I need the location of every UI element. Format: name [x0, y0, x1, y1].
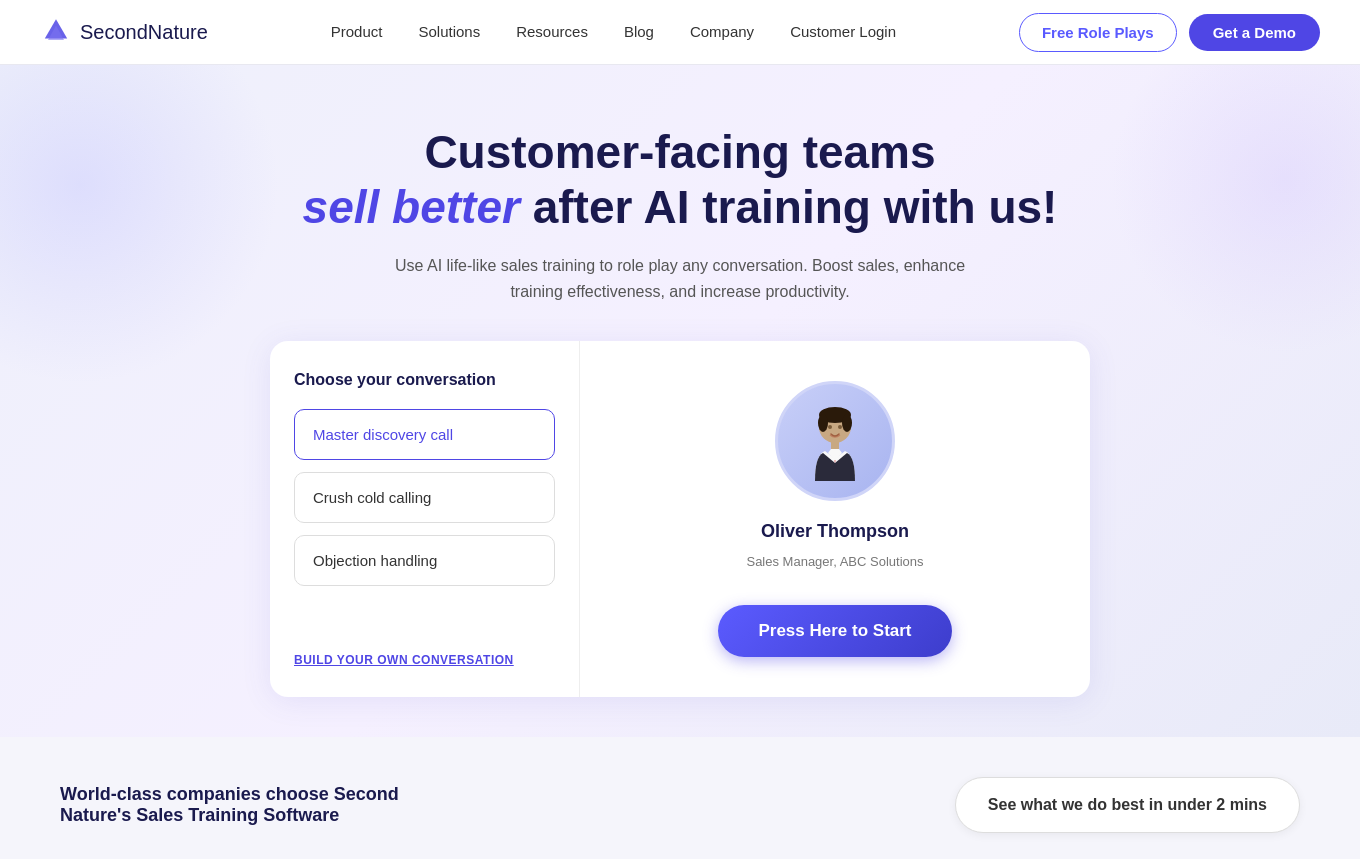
nav-links: Product Solutions Resources Blog Company… [331, 23, 896, 41]
free-role-plays-button[interactable]: Free Role Plays [1019, 13, 1177, 52]
option-master-discovery[interactable]: Master discovery call [294, 409, 555, 460]
nav-solutions[interactable]: Solutions [418, 23, 480, 40]
hero-title-colored: sell better [303, 181, 520, 233]
option-crush-cold-calling[interactable]: Crush cold calling [294, 472, 555, 523]
logo-text: SecondNature [80, 21, 208, 44]
navigation: SecondNature Product Solutions Resources… [0, 0, 1360, 65]
bottom-section: World-class companies choose Second Natu… [0, 737, 1360, 859]
hero-title: Customer-facing teams sell better after … [303, 125, 1058, 235]
card-left: Choose your conversation Master discover… [270, 341, 580, 697]
agent-title: Sales Manager, ABC Solutions [746, 554, 923, 569]
avatar [775, 381, 895, 501]
nav-resources[interactable]: Resources [516, 23, 588, 40]
agent-name: Oliver Thompson [761, 521, 909, 542]
svg-rect-8 [831, 441, 839, 449]
get-demo-button[interactable]: Get a Demo [1189, 14, 1320, 51]
option-objection-handling[interactable]: Objection handling [294, 535, 555, 586]
press-to-start-button[interactable]: Press Here to Start [718, 605, 951, 657]
logo[interactable]: SecondNature [40, 16, 208, 48]
svg-point-5 [842, 414, 852, 432]
nav-product[interactable]: Product [331, 23, 383, 40]
logo-icon [40, 16, 72, 48]
nav-actions: Free Role Plays Get a Demo [1019, 13, 1320, 52]
hero-section: Customer-facing teams sell better after … [0, 65, 1360, 737]
nav-company[interactable]: Company [690, 23, 754, 40]
svg-point-6 [828, 425, 832, 429]
nav-customer-login[interactable]: Customer Login [790, 23, 896, 40]
see-best-button[interactable]: See what we do best in under 2 mins [955, 777, 1300, 833]
nav-blog[interactable]: Blog [624, 23, 654, 40]
choose-conversation-label: Choose your conversation [294, 371, 555, 389]
avatar-image [795, 401, 875, 481]
bottom-text: World-class companies choose Second Natu… [60, 784, 460, 826]
svg-point-4 [818, 414, 828, 432]
build-own-conversation-link[interactable]: BUILD YOUR OWN CONVERSATION [294, 633, 555, 667]
svg-point-7 [838, 425, 842, 429]
hero-subtitle: Use AI life-like sales training to role … [380, 253, 980, 304]
conversation-card: Choose your conversation Master discover… [270, 341, 1090, 697]
card-right: Oliver Thompson Sales Manager, ABC Solut… [580, 341, 1090, 697]
